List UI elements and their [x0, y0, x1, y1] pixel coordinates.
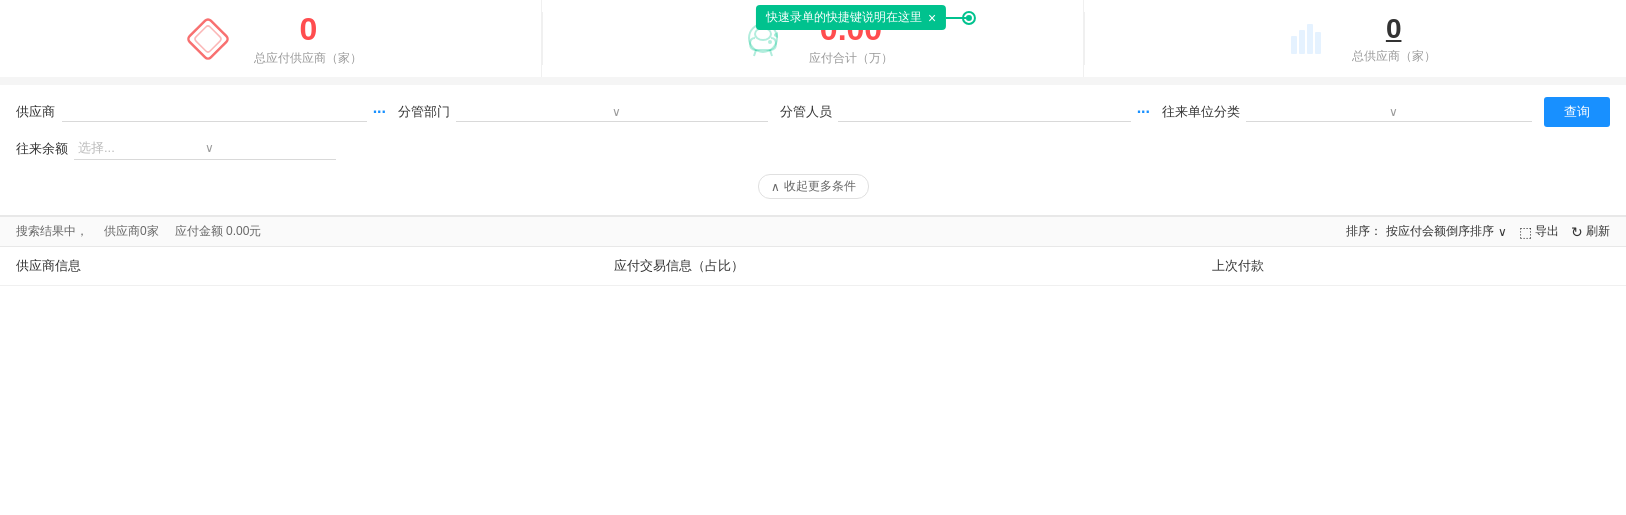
total-suppliers-label: 总供应商（家） — [1352, 48, 1436, 65]
svg-rect-6 — [1299, 30, 1305, 54]
department-filter: 分管部门 ∨ — [398, 103, 768, 122]
diamond-icon — [178, 16, 238, 62]
collapse-label: 收起更多条件 — [784, 178, 856, 195]
result-supplier-count: 供应商0家 — [104, 223, 159, 240]
unit-select[interactable]: ∨ — [1246, 103, 1532, 122]
person-dots-btn[interactable]: ··· — [1137, 103, 1150, 121]
payable-suppliers-number: 0 — [299, 10, 317, 48]
svg-rect-7 — [1307, 24, 1313, 54]
person-label: 分管人员 — [780, 103, 832, 121]
svg-rect-0 — [187, 17, 229, 59]
payable-suppliers-label: 总应付供应商（家） — [254, 50, 362, 67]
table-header-row: 供应商信息 应付交易信息（占比） 上次付款 — [0, 247, 1626, 286]
barchart-icon — [1276, 16, 1336, 62]
refresh-icon: ↻ — [1571, 224, 1583, 240]
payable-total-card: 快速录单的快捷键说明在这里 × 0.00 应付合计（万） — [543, 0, 1085, 77]
total-suppliers-card: 0 总供应商（家） — [1085, 0, 1626, 77]
department-arrow-icon: ∨ — [612, 105, 764, 119]
tooltip-dot — [964, 13, 974, 23]
query-button[interactable]: 查询 — [1544, 97, 1610, 127]
table-body — [0, 286, 1626, 515]
top-summary-section: 0 总应付供应商（家） 快速录单的快捷键说明在这里 × 0.00 应付合计（万） — [0, 0, 1626, 77]
collapse-button[interactable]: ∧ 收起更多条件 — [758, 174, 869, 199]
payable-suppliers-content: 0 总应付供应商（家） — [254, 10, 362, 67]
svg-point-4 — [768, 40, 772, 44]
balance-select[interactable]: 选择... ∨ — [74, 137, 336, 160]
unit-filter: 往来单位分类 ∨ — [1162, 103, 1532, 122]
result-info: 搜索结果中， 供应商0家 应付金额 0.00元 — [16, 223, 261, 240]
table-header-col3: 上次付款 — [1212, 257, 1611, 275]
total-suppliers-number[interactable]: 0 — [1386, 12, 1402, 46]
table-header-col1: 供应商信息 — [16, 257, 614, 275]
svg-rect-5 — [1291, 36, 1297, 54]
sort-arrow-icon: ∨ — [1498, 225, 1507, 239]
person-filter: 分管人员 ··· — [780, 102, 1150, 122]
filter-row-1: 供应商 ··· 分管部门 ∨ 分管人员 ··· 往来单位分类 ∨ — [16, 97, 1610, 127]
filter-row-2: 往来余额 选择... ∨ — [16, 137, 336, 160]
result-prefix: 搜索结果中， — [16, 223, 88, 240]
payable-suppliers-card: 0 总应付供应商（家） — [0, 0, 542, 77]
unit-label: 往来单位分类 — [1162, 103, 1240, 121]
table-section: 供应商信息 应付交易信息（占比） 上次付款 — [0, 247, 1626, 515]
refresh-label: 刷新 — [1586, 223, 1610, 240]
tooltip-text: 快速录单的快捷键说明在这里 — [766, 9, 922, 26]
payable-total-label: 应付合计（万） — [809, 50, 893, 67]
supplier-label: 供应商 — [16, 103, 56, 121]
svg-rect-8 — [1315, 32, 1321, 54]
export-label: 导出 — [1535, 223, 1559, 240]
shortcut-tooltip: 快速录单的快捷键说明在这里 × — [756, 5, 946, 30]
export-icon: ⬚ — [1519, 224, 1532, 240]
collapse-bar: ∧ 收起更多条件 — [16, 170, 1610, 207]
person-input[interactable] — [838, 102, 1131, 122]
total-suppliers-content: 0 总供应商（家） — [1352, 12, 1436, 65]
sort-value: 按应付会额倒序排序 — [1386, 223, 1494, 240]
collapse-icon: ∧ — [771, 180, 780, 194]
department-label: 分管部门 — [398, 103, 450, 121]
department-select[interactable]: ∨ — [456, 103, 768, 122]
unit-arrow-icon: ∨ — [1389, 105, 1528, 119]
supplier-dots-btn[interactable]: ··· — [373, 103, 386, 121]
result-amount-label: 应付金额 — [175, 224, 223, 238]
tooltip-close-btn[interactable]: × — [928, 11, 936, 25]
filter-section: 供应商 ··· 分管部门 ∨ 分管人员 ··· 往来单位分类 ∨ — [0, 85, 1626, 216]
result-amount-value: 0.00元 — [226, 224, 261, 238]
supplier-input[interactable] — [62, 102, 367, 122]
result-amount: 应付金额 0.00元 — [175, 223, 262, 240]
export-button[interactable]: ⬚ 导出 — [1519, 223, 1559, 240]
sort-label: 排序： — [1346, 223, 1382, 240]
balance-filter: 往来余额 选择... ∨ — [16, 137, 336, 160]
balance-placeholder: 选择... — [78, 139, 205, 157]
sort-selector[interactable]: 排序： 按应付会额倒序排序 ∨ — [1346, 223, 1507, 240]
refresh-button[interactable]: ↻ 刷新 — [1571, 223, 1610, 240]
supplier-filter: 供应商 ··· — [16, 102, 386, 122]
result-actions: 排序： 按应付会额倒序排序 ∨ ⬚ 导出 ↻ 刷新 — [1346, 223, 1610, 240]
balance-label: 往来余额 — [16, 140, 68, 158]
table-header-col2: 应付交易信息（占比） — [614, 257, 1212, 275]
result-bar: 搜索结果中， 供应商0家 应付金额 0.00元 排序： 按应付会额倒序排序 ∨ … — [0, 216, 1626, 247]
balance-arrow-icon: ∨ — [205, 141, 332, 155]
